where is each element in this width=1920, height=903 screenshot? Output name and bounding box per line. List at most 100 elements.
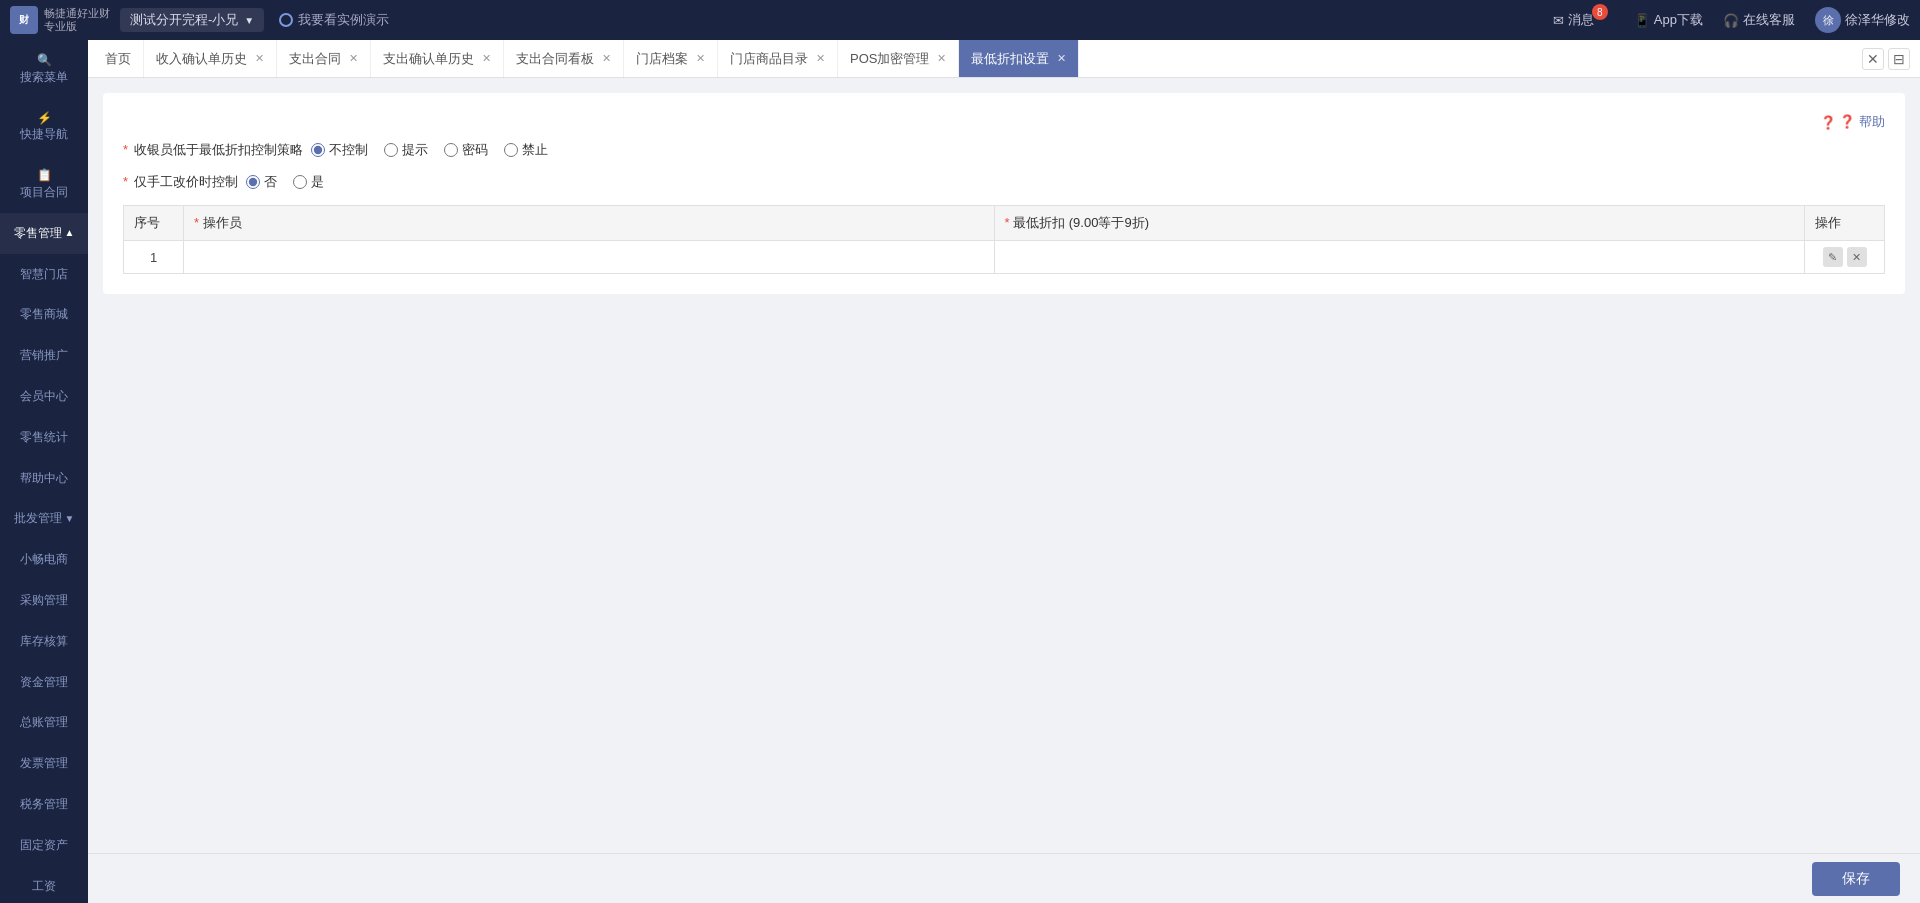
app-download-action[interactable]: 📱 App下载 xyxy=(1634,11,1703,29)
help-icon: ❓ xyxy=(1820,115,1836,130)
radio-forbid[interactable]: 禁止 xyxy=(504,141,548,159)
avatar: 徐 xyxy=(1815,7,1841,33)
logo-text: 畅捷通好业财 专业版 xyxy=(44,7,110,33)
message-badge: 8 xyxy=(1592,4,1608,20)
cell-min-discount[interactable] xyxy=(994,241,1805,274)
top-bar: 财 畅捷通好业财 专业版 测试分开完程-小兄 ▼ 我要看实例演示 ✉ 消息 8 … xyxy=(0,0,1920,40)
shortcut-icon: ⚡ xyxy=(37,110,52,127)
sidebar-item-shortcut[interactable]: ⚡ 快捷导航 xyxy=(0,98,88,156)
sidebar-item-help[interactable]: 帮助中心 xyxy=(0,458,88,499)
tab-pos-password[interactable]: POS加密管理 ✕ xyxy=(838,40,959,78)
user-menu[interactable]: 徐 徐泽华修改 xyxy=(1815,7,1910,33)
sidebar-item-purchase[interactable]: 采购管理 xyxy=(0,580,88,621)
tab-close-payment-contract[interactable]: ✕ xyxy=(349,52,358,65)
sidebar-item-marketing[interactable]: 营销推广 xyxy=(0,335,88,376)
manual-price-radio-group: 否 是 xyxy=(246,173,324,191)
demo-circle-icon xyxy=(279,13,293,27)
top-actions: ✉ 消息 8 📱 App下载 🎧 在线客服 徐 徐泽华修改 xyxy=(1553,7,1910,33)
manual-price-control-row: * 仅手工改价时控制 否 是 xyxy=(123,173,1885,191)
tab-payment-contract[interactable]: 支出合同 ✕ xyxy=(277,40,371,78)
operator-input[interactable] xyxy=(194,250,984,265)
sidebar-item-ecommerce[interactable]: 小畅电商 xyxy=(0,539,88,580)
message-icon: ✉ xyxy=(1553,13,1564,28)
tab-close-store-goods[interactable]: ✕ xyxy=(816,52,825,65)
control-strategy-radio-group: 不控制 提示 密码 禁止 xyxy=(311,141,548,159)
search-icon: 🔍 xyxy=(37,52,52,69)
form-card: ❓ ❓ 帮助 * 收银员低于最低折扣控制策略 不控制 xyxy=(103,93,1905,294)
sidebar-item-member[interactable]: 会员中心 xyxy=(0,376,88,417)
tab-menu-button[interactable]: ⊟ xyxy=(1888,48,1910,70)
control-strategy-row: * 收银员低于最低折扣控制策略 不控制 提示 xyxy=(123,141,1885,159)
tab-bar: 首页 收入确认单历史 ✕ 支出合同 ✕ 支出确认单历史 ✕ 支出合同看板 ✕ 门… xyxy=(88,40,1920,78)
project-icon: 📋 xyxy=(37,167,52,184)
demo-link[interactable]: 我要看实例演示 xyxy=(279,11,389,29)
cell-index: 1 xyxy=(124,241,184,274)
project-selector[interactable]: 测试分开完程-小兄 ▼ xyxy=(120,8,264,32)
sidebar-item-capital[interactable]: 资金管理 xyxy=(0,662,88,703)
sidebar: 🔍 搜索菜单 ⚡ 快捷导航 📋 项目合同 零售管理 ▲ 智慧门店 零售商城 营销… xyxy=(0,40,88,903)
tab-close-income-history[interactable]: ✕ xyxy=(255,52,264,65)
tab-close-min-discount[interactable]: ✕ xyxy=(1057,52,1066,65)
tab-close-store-file[interactable]: ✕ xyxy=(696,52,705,65)
tab-store-goods[interactable]: 门店商品目录 ✕ xyxy=(718,40,838,78)
sidebar-item-wholesale[interactable]: 批发管理 ▼ xyxy=(0,498,88,539)
tab-close-payment-contract-board[interactable]: ✕ xyxy=(602,52,611,65)
tab-close-all-button[interactable]: ✕ xyxy=(1862,48,1884,70)
download-icon: 📱 xyxy=(1634,13,1650,28)
sidebar-item-inventory[interactable]: 库存核算 xyxy=(0,621,88,662)
wholesale-arrow-icon: ▼ xyxy=(65,512,75,526)
project-arrow-icon: ▼ xyxy=(244,15,254,26)
sidebar-item-retail-stats[interactable]: 零售统计 xyxy=(0,417,88,458)
sidebar-item-retail-mall[interactable]: 零售商城 xyxy=(0,294,88,335)
sidebar-item-project[interactable]: 📋 项目合同 xyxy=(0,155,88,213)
sidebar-item-invoice[interactable]: 发票管理 xyxy=(0,743,88,784)
sidebar-item-tax[interactable]: 税务管理 xyxy=(0,784,88,825)
content-area: 首页 收入确认单历史 ✕ 支出合同 ✕ 支出确认单历史 ✕ 支出合同看板 ✕ 门… xyxy=(88,40,1920,903)
col-header-operator: 操作员 xyxy=(184,206,995,241)
table-row: 1 ✎ ✕ xyxy=(124,241,1885,274)
radio-hint[interactable]: 提示 xyxy=(384,141,428,159)
radio-password[interactable]: 密码 xyxy=(444,141,488,159)
sidebar-item-assets[interactable]: 固定资产 xyxy=(0,825,88,866)
radio-yes[interactable]: 是 xyxy=(293,173,324,191)
tab-payment-confirm-history[interactable]: 支出确认单历史 ✕ xyxy=(371,40,504,78)
col-header-index: 序号 xyxy=(124,206,184,241)
retail-arrow-icon: ▲ xyxy=(65,226,75,240)
tab-home[interactable]: 首页 xyxy=(93,40,144,78)
sidebar-item-retail[interactable]: 零售管理 ▲ xyxy=(0,213,88,254)
sidebar-item-smart-store[interactable]: 智慧门店 xyxy=(0,254,88,295)
logo-icon: 财 xyxy=(10,6,38,34)
min-discount-input[interactable] xyxy=(1005,250,1795,265)
tab-payment-contract-board[interactable]: 支出合同看板 ✕ xyxy=(504,40,624,78)
col-header-actions: 操作 xyxy=(1805,206,1885,241)
tab-income-history[interactable]: 收入确认单历史 ✕ xyxy=(144,40,277,78)
cell-actions: ✎ ✕ xyxy=(1805,241,1885,274)
sidebar-item-ledger[interactable]: 总账管理 xyxy=(0,702,88,743)
radio-no[interactable]: 否 xyxy=(246,173,277,191)
bottom-bar: 保存 xyxy=(88,853,1920,903)
service-icon: 🎧 xyxy=(1723,13,1739,28)
radio-no-control[interactable]: 不控制 xyxy=(311,141,368,159)
save-button[interactable]: 保存 xyxy=(1812,862,1900,896)
discount-table: 序号 操作员 最低折扣 (9.00等于9折) 操作 1 xyxy=(123,205,1885,274)
cell-operator[interactable] xyxy=(184,241,995,274)
sidebar-item-salary[interactable]: 工资 xyxy=(0,866,88,903)
online-service-action[interactable]: 🎧 在线客服 xyxy=(1723,11,1795,29)
manual-price-label: * 仅手工改价时控制 xyxy=(123,173,238,191)
tab-store-file[interactable]: 门店档案 ✕ xyxy=(624,40,718,78)
delete-row-button[interactable]: ✕ xyxy=(1847,247,1867,267)
tab-min-discount[interactable]: 最低折扣设置 ✕ xyxy=(959,40,1079,78)
control-strategy-label: * 收银员低于最低折扣控制策略 xyxy=(123,141,303,159)
main-layout: 🔍 搜索菜单 ⚡ 快捷导航 📋 项目合同 零售管理 ▲ 智慧门店 零售商城 营销… xyxy=(0,40,1920,903)
sidebar-item-search[interactable]: 🔍 搜索菜单 xyxy=(0,40,88,98)
row-actions: ✎ ✕ xyxy=(1815,247,1874,267)
message-action[interactable]: ✉ 消息 8 xyxy=(1553,11,1614,29)
page-content: ❓ ❓ 帮助 * 收银员低于最低折扣控制策略 不控制 xyxy=(88,78,1920,853)
edit-row-button[interactable]: ✎ xyxy=(1823,247,1843,267)
tab-bar-controls: ✕ ⊟ xyxy=(1857,48,1915,70)
logo: 财 畅捷通好业财 专业版 xyxy=(10,6,110,34)
help-button[interactable]: ❓ ❓ 帮助 xyxy=(1820,113,1885,131)
tab-close-pos-password[interactable]: ✕ xyxy=(937,52,946,65)
col-header-min-discount: 最低折扣 (9.00等于9折) xyxy=(994,206,1805,241)
tab-close-payment-confirm-history[interactable]: ✕ xyxy=(482,52,491,65)
